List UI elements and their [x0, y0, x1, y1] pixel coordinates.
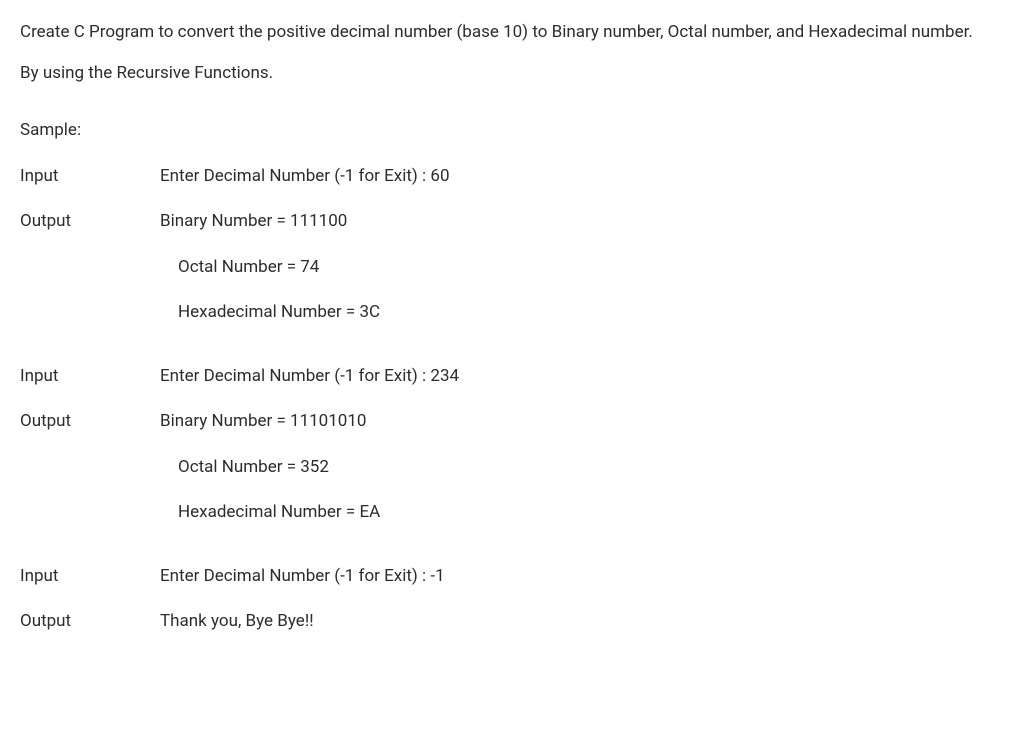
instruction-paragraph: By using the Recursive Functions. — [20, 61, 1004, 87]
output-row: Output Binary Number = 11101010 — [20, 409, 1004, 435]
output-row: Output Thank you, Bye Bye!! — [20, 609, 1004, 635]
input-value: Enter Decimal Number (-1 for Exit) : 60 — [160, 164, 1004, 190]
output-extra-row: Octal Number = 352 — [20, 455, 1004, 481]
output-value: Thank you, Bye Bye!! — [160, 609, 1004, 635]
output-row: Output Binary Number = 111100 — [20, 209, 1004, 235]
spacer — [20, 455, 160, 481]
input-label: Input — [20, 164, 160, 190]
output-label: Output — [20, 209, 160, 235]
output-value: Binary Number = 111100 — [160, 209, 1004, 235]
output-extra-row: Octal Number = 74 — [20, 255, 1004, 281]
output-value: Hexadecimal Number = 3C — [160, 300, 1004, 326]
output-label: Output — [20, 609, 160, 635]
input-row: Input Enter Decimal Number (-1 for Exit)… — [20, 164, 1004, 190]
input-label: Input — [20, 564, 160, 590]
output-extra-row: Hexadecimal Number = EA — [20, 500, 1004, 526]
sample-block: Input Enter Decimal Number (-1 for Exit)… — [20, 164, 1004, 326]
input-row: Input Enter Decimal Number (-1 for Exit)… — [20, 364, 1004, 390]
output-value: Octal Number = 74 — [160, 255, 1004, 281]
input-value: Enter Decimal Number (-1 for Exit) : 234 — [160, 364, 1004, 390]
input-value: Enter Decimal Number (-1 for Exit) : -1 — [160, 564, 1004, 590]
sample-block: Input Enter Decimal Number (-1 for Exit)… — [20, 564, 1004, 635]
spacer — [20, 255, 160, 281]
output-extra-row: Hexadecimal Number = 3C — [20, 300, 1004, 326]
spacer — [20, 500, 160, 526]
output-value: Binary Number = 11101010 — [160, 409, 1004, 435]
sample-block: Input Enter Decimal Number (-1 for Exit)… — [20, 364, 1004, 526]
output-value: Hexadecimal Number = EA — [160, 500, 1004, 526]
intro-paragraph: Create C Program to convert the positive… — [20, 18, 1004, 47]
sample-heading: Sample: — [20, 118, 1004, 144]
output-label: Output — [20, 409, 160, 435]
input-row: Input Enter Decimal Number (-1 for Exit)… — [20, 564, 1004, 590]
input-label: Input — [20, 364, 160, 390]
output-value: Octal Number = 352 — [160, 455, 1004, 481]
spacer — [20, 300, 160, 326]
